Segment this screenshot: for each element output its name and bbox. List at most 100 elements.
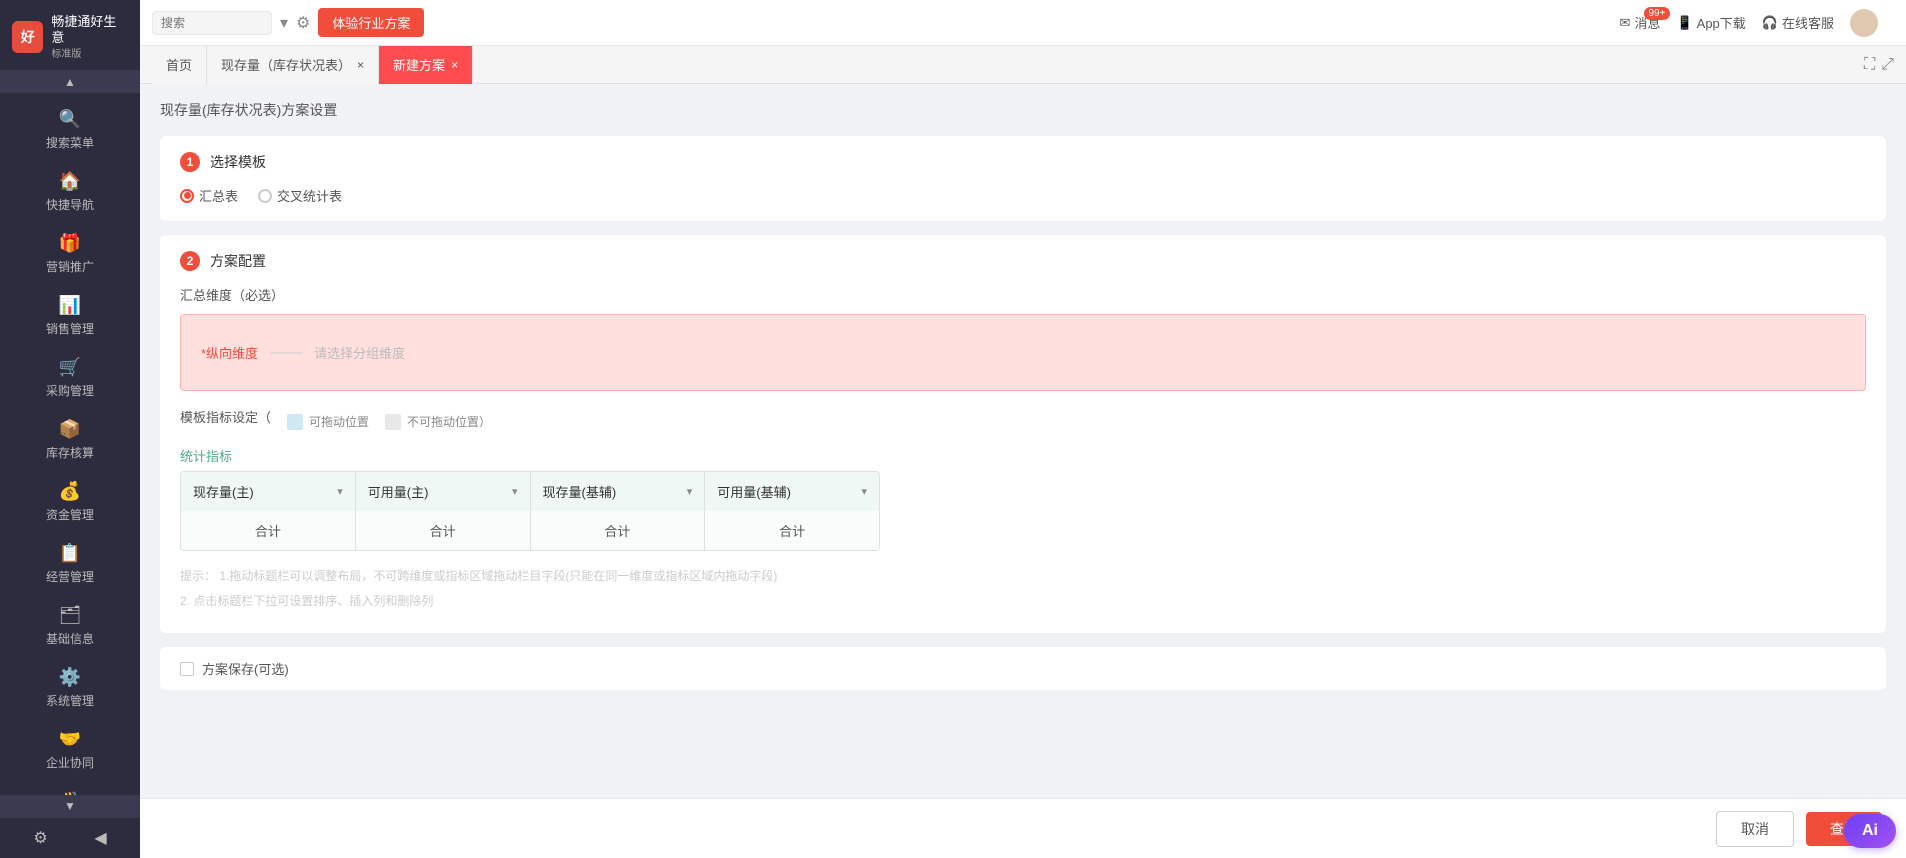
sidebar-item-quicknav[interactable]: 🏠 快捷导航: [0, 161, 140, 223]
sidebar-logo: 好 畅捷通好生意 标准版: [0, 0, 140, 71]
stats-label: 统计指标: [180, 446, 1866, 465]
message-icon: ✉: [1620, 15, 1631, 31]
col-chevron-0[interactable]: ▾: [337, 485, 343, 498]
col-chevron-1[interactable]: ▾: [512, 485, 518, 498]
app-logo-text: 畅捷通好生意 标准版: [51, 14, 128, 60]
sidebar-item-management[interactable]: 📋 经营管理: [0, 533, 140, 595]
vertical-dim-dash: ——: [270, 344, 302, 362]
template-cross-radio[interactable]: 交叉统计表: [258, 186, 342, 205]
tab-home-label: 首页: [166, 55, 192, 74]
stats-col-0[interactable]: 现存量(主) ▾: [181, 472, 356, 511]
tips-section: 提示： 1.拖动标题栏可以调整布局，不可跨维度或指标区域拖动栏目字段(只能在同一…: [180, 567, 1866, 611]
gift-icon: 🎁: [59, 233, 81, 254]
stats-table-body: 合计 合计 合计 合计: [181, 511, 879, 550]
col-chevron-3[interactable]: ▾: [861, 485, 867, 498]
maximize-icon[interactable]: ⛶: [1864, 56, 1875, 74]
template-summary-radio[interactable]: 汇总表: [180, 186, 238, 205]
topbar-dropdown-icon[interactable]: ▾: [280, 13, 288, 33]
stats-body-1: 合计: [356, 511, 531, 550]
sidebar-item-marketing[interactable]: 🎁 营销推广: [0, 223, 140, 285]
step2-badge: 2: [180, 251, 200, 271]
save-option-row: 方案保存(可选): [160, 647, 1886, 690]
step1-badge: 1: [180, 152, 200, 172]
stats-body-3: 合计: [705, 511, 879, 550]
col-chevron-2[interactable]: ▾: [687, 485, 693, 498]
expand-icon[interactable]: ⤢: [1881, 56, 1894, 74]
purchase-icon: 🛒: [59, 357, 81, 378]
tab-inventory-label: 现存量（库存状况表）: [221, 55, 351, 74]
dimension-area[interactable]: *纵向维度 —— 请选择分组维度: [180, 314, 1866, 391]
topbar-settings-icon[interactable]: ⚙: [296, 13, 310, 33]
stats-col-2[interactable]: 现存量(基辅) ▾: [531, 472, 706, 511]
user-avatar[interactable]: [1850, 9, 1878, 37]
stats-table: 现存量(主) ▾ 可用量(主) ▾ 现存量(基辅) ▾ 可用量(基辅): [180, 471, 880, 551]
sidebar-item-sales[interactable]: 📊 销售管理: [0, 285, 140, 347]
summary-dim-label: 汇总维度（必选）: [180, 285, 1866, 304]
ai-float-button[interactable]: Ai: [1844, 814, 1896, 848]
toggle-fixed-option: 不可拖动位置）: [385, 413, 491, 430]
sidebar-collapse-btn[interactable]: ◀: [94, 828, 106, 848]
toggle-movable-label: 可拖动位置: [309, 413, 369, 430]
app-logo-icon: 好: [12, 21, 43, 53]
tab-inventory-close[interactable]: ×: [357, 58, 364, 72]
step2-section: 2 方案配置 汇总维度（必选） *纵向维度 —— 请选择分组维度 模板指标设定（…: [160, 235, 1886, 633]
content-area: 现存量(库存状况表)方案设置 1 选择模板 汇总表 交叉统计表 2: [140, 84, 1906, 798]
sidebar-item-purchase[interactable]: 🛒 采购管理: [0, 347, 140, 409]
save-checkbox[interactable]: [180, 662, 194, 676]
indicator-label-text: 模板指标设定（: [180, 407, 271, 426]
step1-title: 选择模板: [210, 152, 266, 172]
topbar-service-btn[interactable]: 🎧 在线客服: [1762, 13, 1834, 32]
tab-new-plan-label: 新建方案: [393, 55, 445, 74]
tab-new-plan[interactable]: 新建方案 ×: [379, 46, 473, 84]
stats-col-3[interactable]: 可用量(基辅) ▾: [705, 472, 879, 511]
save-option-label: 方案保存(可选): [202, 659, 289, 678]
vertical-dim-hint: 请选择分组维度: [314, 343, 405, 362]
sidebar-scroll-up[interactable]: ▲: [0, 71, 140, 93]
summary-radio-circle: [180, 189, 194, 203]
stats-body-0: 合计: [181, 511, 356, 550]
sidebar-item-collab[interactable]: 🤝 企业协同: [0, 719, 140, 781]
cancel-button[interactable]: 取消: [1716, 811, 1794, 847]
tab-new-plan-close[interactable]: ×: [451, 58, 458, 72]
management-icon: 📋: [59, 543, 81, 564]
stats-section: 统计指标 现存量(主) ▾ 可用量(主) ▾ 现存量(基辅): [180, 446, 1866, 551]
sidebar-scroll-down[interactable]: ▼: [0, 795, 140, 817]
trial-industry-button[interactable]: 体验行业方案: [318, 8, 424, 37]
topbar-message-btn[interactable]: ✉ 消息 99+: [1620, 13, 1661, 32]
sidebar-item-finance[interactable]: 💰 资金管理: [0, 471, 140, 533]
topbar: ▾ ⚙ 体验行业方案 ✉ 消息 99+ 📱 App下载 🎧 在线客服: [140, 0, 1906, 46]
toggle-movable-box: [287, 414, 303, 430]
sidebar-item-search[interactable]: 🔍 搜索菜单: [0, 99, 140, 161]
topbar-right: ✉ 消息 99+ 📱 App下载 🎧 在线客服: [1620, 9, 1894, 37]
toggle-movable-option: 可拖动位置: [287, 413, 369, 430]
sidebar: 好 畅捷通好生意 标准版 ▲ 🔍 搜索菜单 🏠 快捷导航 🎁 营销推广 📊 销售…: [0, 0, 140, 858]
sidebar-nav: 🔍 搜索菜单 🏠 快捷导航 🎁 营销推广 📊 销售管理 🛒 采购管理 📦 库存核…: [0, 93, 140, 795]
page-title: 现存量(库存状况表)方案设置: [160, 100, 1886, 120]
sidebar-item-guide[interactable]: 👋 新手引导: [0, 781, 140, 795]
topbar-app-download-btn[interactable]: 📱 App下载: [1676, 13, 1745, 32]
sidebar-footer: ⚙ ◀: [0, 817, 140, 858]
sidebar-item-basic-info[interactable]: 🗂 基础信息: [0, 595, 140, 657]
tab-home[interactable]: 首页: [152, 46, 207, 84]
system-icon: ⚙️: [59, 667, 81, 688]
stats-body-2: 合计: [531, 511, 706, 550]
collab-icon: 🤝: [59, 729, 81, 750]
template-options: 汇总表 交叉统计表: [180, 186, 1866, 205]
sidebar-item-system[interactable]: ⚙️ 系统管理: [0, 657, 140, 719]
sidebar-item-inventory[interactable]: 📦 库存核算: [0, 409, 140, 471]
sales-icon: 📊: [59, 295, 81, 316]
tab-inventory[interactable]: 现存量（库存状况表） ×: [207, 46, 379, 84]
finance-icon: 💰: [59, 481, 81, 502]
sidebar-settings-btn[interactable]: ⚙: [33, 828, 47, 848]
tip-2: 2. 点击标题栏下拉可设置排序、插入列和删除列: [180, 592, 1866, 611]
home-icon: 🏠: [59, 171, 81, 192]
search-icon: 🔍: [59, 109, 81, 130]
headset-icon: 🎧: [1762, 15, 1778, 31]
topbar-search-input[interactable]: [152, 11, 272, 35]
phone-icon: 📱: [1676, 15, 1692, 31]
toggle-fixed-box: [385, 414, 401, 430]
stats-col-1[interactable]: 可用量(主) ▾: [356, 472, 531, 511]
indicator-toggles: 模板指标设定（ 可拖动位置 不可拖动位置）: [180, 407, 1866, 436]
tip-1: 提示： 1.拖动标题栏可以调整布局，不可跨维度或指标区域拖动栏目字段(只能在同一…: [180, 567, 1866, 586]
stats-table-header: 现存量(主) ▾ 可用量(主) ▾ 现存量(基辅) ▾ 可用量(基辅): [181, 472, 879, 511]
